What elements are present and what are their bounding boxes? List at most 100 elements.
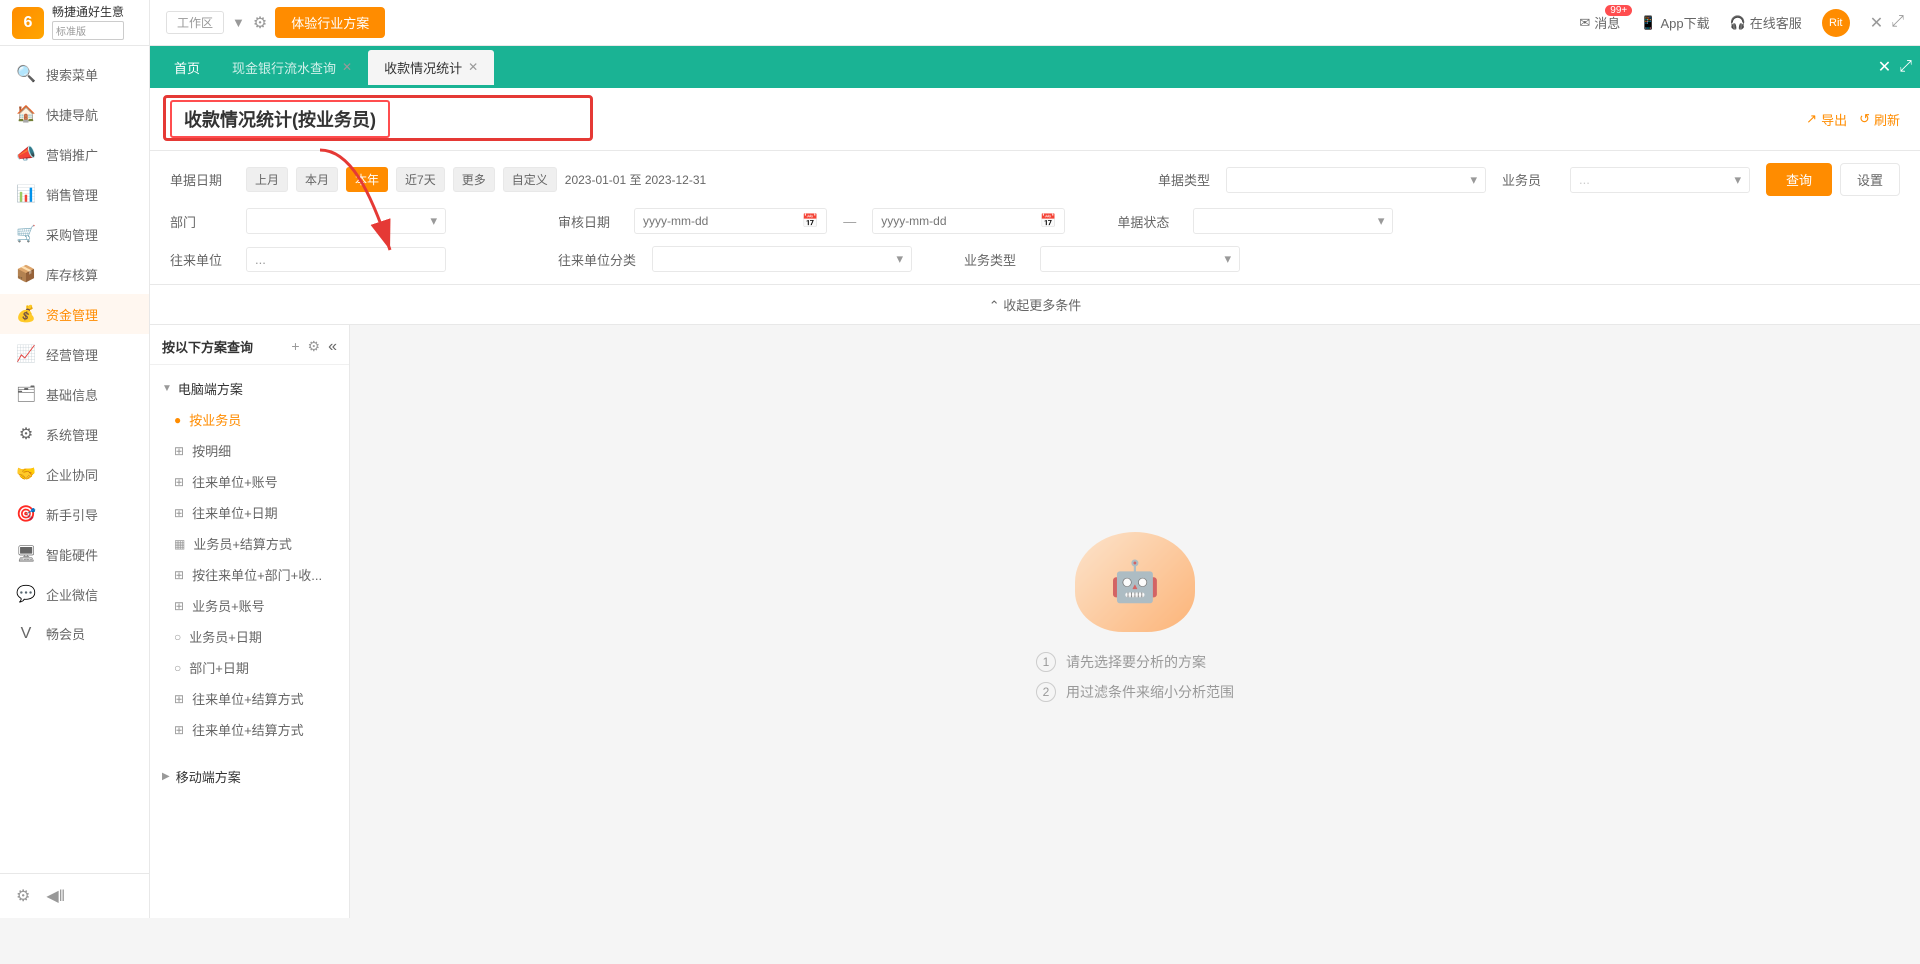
online-service-button[interactable]: 🎧 在线客服: [1730, 13, 1802, 32]
settings-bottom-icon[interactable]: ⚙: [16, 886, 30, 906]
sidebar-item-hardware[interactable]: 🖥 智能硬件: [0, 534, 149, 574]
refresh-button[interactable]: ↺ 刷新: [1859, 110, 1900, 129]
tab-receipt-stats[interactable]: 收款情况统计 ✕: [368, 50, 494, 85]
filter-actions: 查询 设置: [1766, 163, 1900, 196]
sidebar-item-purchase[interactable]: 🛒 采购管理: [0, 214, 149, 254]
date-btn-lastmonth[interactable]: 上月: [246, 167, 288, 192]
scheme-item-salesperson-account[interactable]: ⊞ 业务员+账号: [150, 590, 349, 621]
service-icon: 🎧: [1730, 15, 1746, 31]
review-date-from[interactable]: 📅: [634, 208, 827, 234]
maximize-icon[interactable]: ⤢: [1891, 13, 1904, 33]
sidebar-item-sales[interactable]: 📊 销售管理: [0, 174, 149, 214]
dropdown-arrow-icon[interactable]: ▼: [232, 15, 245, 30]
sidebar-item-marketing[interactable]: 📣 营销推广: [0, 134, 149, 174]
scheme-salesperson-icon: ●: [174, 413, 181, 427]
logo-area: 6 畅捷通好生意 标准版: [0, 0, 149, 46]
export-button[interactable]: ↗ 导出: [1806, 110, 1847, 129]
tab-bank-flow[interactable]: 现金银行流水查询 ✕: [216, 50, 368, 85]
partner-select[interactable]: ...: [246, 247, 446, 272]
sidebar-item-system[interactable]: ⚙ 系统管理: [0, 414, 149, 454]
sidebar-item-corp[interactable]: 🤝 企业协同: [0, 454, 149, 494]
partner-label: 往来单位: [170, 250, 230, 269]
sidebar-item-inventory[interactable]: 📦 库存核算: [0, 254, 149, 294]
date-btn-custom[interactable]: 自定义: [503, 167, 557, 192]
setting-button[interactable]: 设置: [1840, 163, 1900, 196]
scheme-item-dept-date[interactable]: ○ 部门+日期: [150, 652, 349, 683]
scheme-item-salesperson[interactable]: ● 按业务员: [150, 404, 349, 435]
review-to-input[interactable]: [881, 214, 1036, 228]
date-btn-thisyear[interactable]: 本年: [346, 167, 388, 192]
scheme-item-partner-account[interactable]: ⊞ 往来单位+账号: [150, 466, 349, 497]
date-btn-7days[interactable]: 近7天: [396, 167, 445, 192]
sidebar-item-guide[interactable]: 🎯 新手引导: [0, 494, 149, 534]
salesperson-dots: ...: [1579, 172, 1590, 187]
mobile-group-toggle[interactable]: ▶ 移动端方案: [150, 761, 349, 792]
scheme-item-partner-settle1[interactable]: ⊞ 往来单位+结算方式: [150, 683, 349, 714]
scheme-item-partner-date[interactable]: ⊞ 往来单位+日期: [150, 497, 349, 528]
calendar-from-icon[interactable]: 📅: [802, 213, 818, 229]
app-download-button[interactable]: 📱 App下载: [1640, 13, 1709, 32]
date-btn-more[interactable]: 更多: [453, 167, 495, 192]
review-date-label: 审核日期: [558, 212, 618, 231]
review-from-input[interactable]: [643, 214, 798, 228]
close-icon[interactable]: ✕: [1870, 13, 1883, 33]
dept-select[interactable]: ▾: [246, 208, 446, 234]
filter-row-partner: 往来单位 ... 往来单位分类 ▾ 业务类型 ▾: [170, 246, 1900, 272]
sidebar-item-wechat[interactable]: 💬 企业微信: [0, 574, 149, 614]
hardware-icon: 🖥: [16, 544, 36, 564]
tab-home[interactable]: 首页: [158, 50, 216, 85]
sidebar-item-search[interactable]: 🔍 搜索菜单: [0, 54, 149, 94]
calendar-to-icon[interactable]: 📅: [1040, 213, 1056, 229]
mobile-icon: 📱: [1640, 15, 1656, 31]
user-menu[interactable]: Rit: [1822, 9, 1850, 37]
sidebar: 6 畅捷通好生意 标准版 🔍 搜索菜单 🏠 快捷导航 📣 营销推广 📊 销售管理…: [0, 0, 150, 918]
scheme-settings-icon[interactable]: ⚙: [308, 338, 321, 356]
review-date-to[interactable]: 📅: [872, 208, 1065, 234]
sidebar-item-finance[interactable]: 💰 资金管理: [0, 294, 149, 334]
scheme-item-salesperson-settle[interactable]: ▦ 业务员+结算方式: [150, 528, 349, 559]
avatar: Rit: [1822, 9, 1850, 37]
collapse-bar[interactable]: ⌃ 收起更多条件: [150, 285, 1920, 325]
tab-close-bank-icon[interactable]: ✕: [342, 60, 352, 74]
scheme-add-button[interactable]: +: [291, 338, 299, 356]
scheme-panel-title: 按以下方案查询: [162, 337, 253, 356]
finance-icon: 💰: [16, 304, 36, 324]
partner-dots: ...: [255, 252, 266, 267]
scheme-dept-date-icon: ○: [174, 661, 181, 675]
workspace-title: 工作区: [166, 11, 224, 34]
sidebar-item-basicinfo[interactable]: 🗂 基础信息: [0, 374, 149, 414]
logo-tag: 标准版: [52, 21, 124, 40]
tab-bar: 首页 现金银行流水查询 ✕ 收款情况统计 ✕ ✕ ⤢: [150, 46, 1920, 88]
gear-icon[interactable]: ⚙: [253, 13, 267, 33]
sidebar-item-operations[interactable]: 📈 经营管理: [0, 334, 149, 374]
message-button[interactable]: ✉ 消息 99+: [1579, 13, 1620, 32]
docstatus-select[interactable]: ▾: [1193, 208, 1393, 234]
scheme-item-detail[interactable]: ⊞ 按明细: [150, 435, 349, 466]
corp-icon: 🤝: [16, 464, 36, 484]
pc-group-toggle[interactable]: ▼ 电脑端方案: [150, 373, 349, 404]
try-industry-button[interactable]: 体验行业方案: [275, 7, 385, 38]
biztype-select[interactable]: ▾: [1040, 246, 1240, 272]
tab-close-receipt-icon[interactable]: ✕: [468, 60, 478, 74]
salesperson-select[interactable]: ... ▾: [1570, 167, 1750, 193]
query-button[interactable]: 查询: [1766, 163, 1832, 196]
scheme-item-partner-settle2[interactable]: ⊞ 往来单位+结算方式: [150, 714, 349, 745]
scheme-partner-account-icon: ⊞: [174, 475, 184, 489]
tab-bar-expand-icon[interactable]: ⤢: [1899, 58, 1912, 76]
scheme-collapse-icon[interactable]: «: [328, 338, 337, 356]
tab-bar-close-icon[interactable]: ✕: [1878, 57, 1891, 77]
filter-row-date: 单据日期 上月 本月 本年 近7天 更多 自定义 2023-01-01 至 20…: [170, 163, 1900, 196]
scheme-item-partner-dept[interactable]: ⊞ 按往来单位+部门+收...: [150, 559, 349, 590]
doctype-select[interactable]: ▾: [1226, 167, 1486, 193]
illustration-shape: 🤖: [1075, 532, 1195, 632]
inventory-icon: 📦: [16, 264, 36, 284]
partner-category-select[interactable]: ▾: [652, 246, 912, 272]
search-icon: 🔍: [16, 64, 36, 84]
sidebar-item-member[interactable]: V 畅会员: [0, 614, 149, 653]
scheme-sp-date-icon: ○: [174, 630, 181, 644]
collapse-label: ⌃ 收起更多条件: [989, 298, 1082, 313]
collapse-bottom-icon[interactable]: ◀‖: [46, 886, 65, 906]
sidebar-item-quicknav[interactable]: 🏠 快捷导航: [0, 94, 149, 134]
date-btn-thismonth[interactable]: 本月: [296, 167, 338, 192]
scheme-item-salesperson-date[interactable]: ○ 业务员+日期: [150, 621, 349, 652]
